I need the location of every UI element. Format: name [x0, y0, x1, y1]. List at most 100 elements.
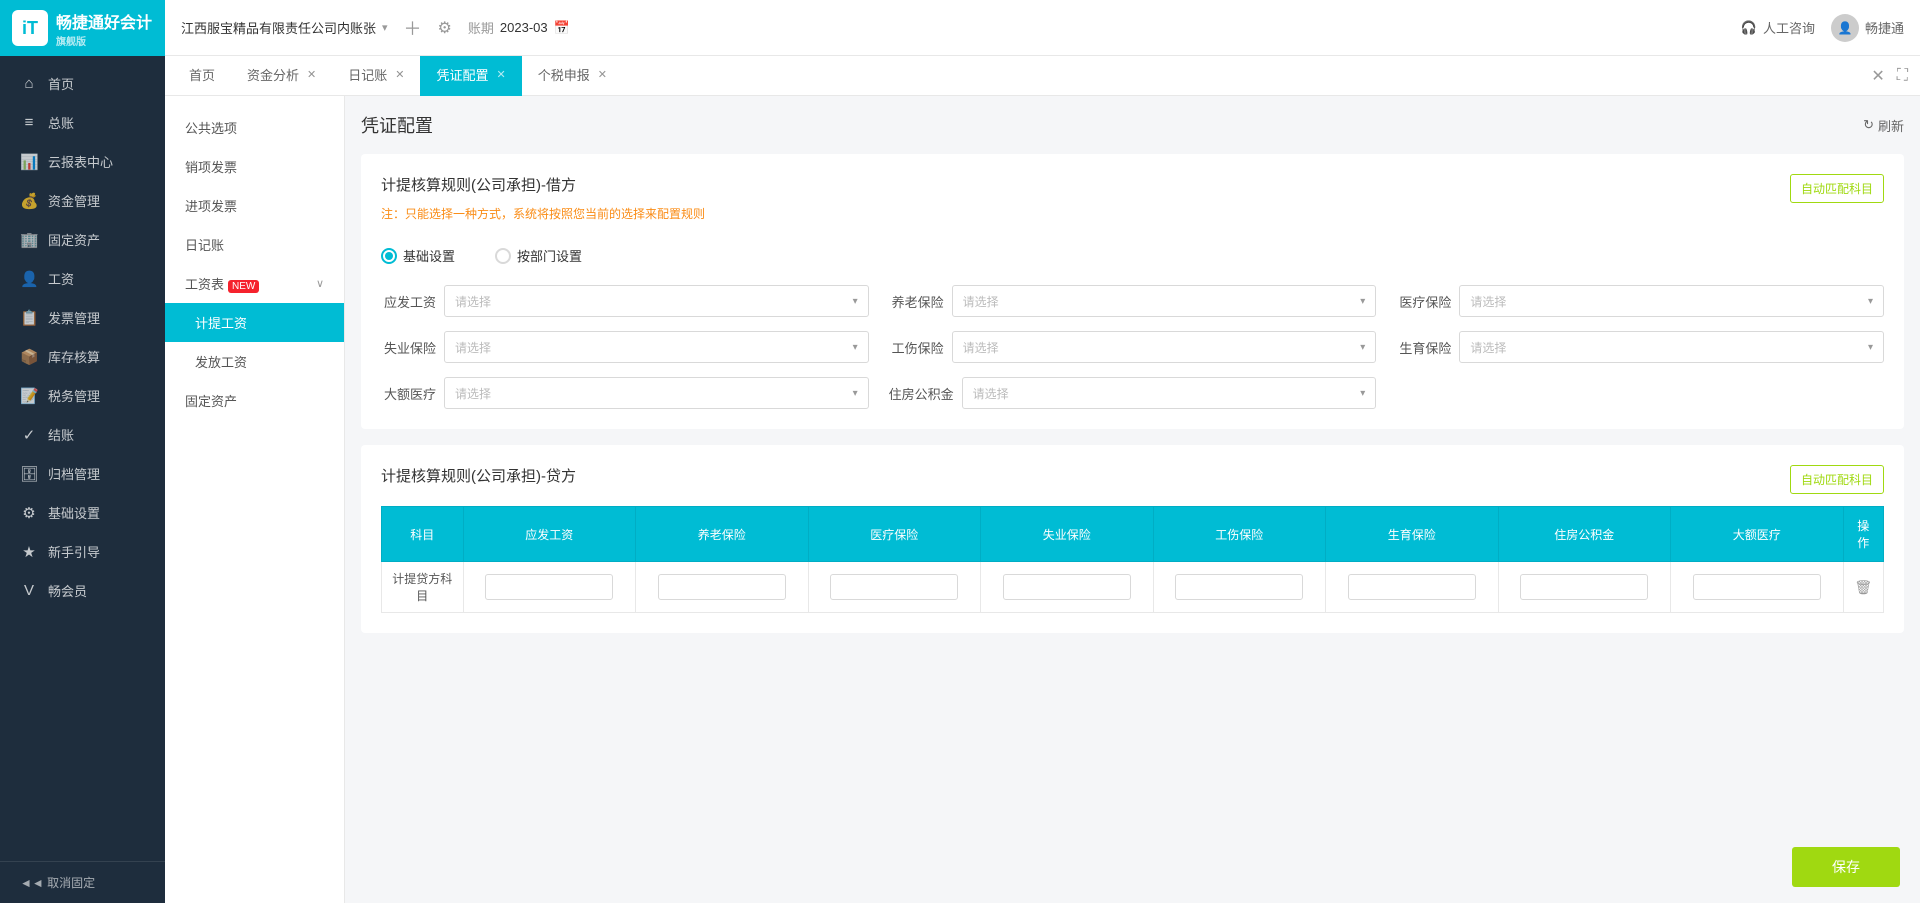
- nav-item-journal[interactable]: 日记账: [165, 225, 344, 264]
- nav-label-salary-table: 工资表NEW: [185, 274, 259, 293]
- select-housing-placeholder: 请选择: [973, 385, 1009, 402]
- input-maternity[interactable]: [1348, 574, 1476, 600]
- sidebar-label-vip: 畅会员: [48, 581, 87, 600]
- delete-row-icon[interactable]: 🗑: [1854, 579, 1872, 595]
- select-large-medical[interactable]: 请选择 ▾: [444, 377, 869, 409]
- form-item-large-medical: 大额医疗 请选择 ▾: [381, 377, 869, 409]
- tab-journal-close[interactable]: ✕: [395, 68, 404, 81]
- nav-label-sales: 销项发票: [185, 157, 237, 176]
- sidebar-item-close[interactable]: ✓ 结账: [0, 415, 165, 454]
- sidebar-item-archive[interactable]: 🗄 归档管理: [0, 454, 165, 493]
- select-maternity[interactable]: 请选择 ▾: [1459, 331, 1884, 363]
- company-name: 江西服宝精品有限责任公司内账张: [181, 18, 376, 37]
- radio-dept[interactable]: 按部门设置: [495, 246, 582, 265]
- input-injury[interactable]: [1175, 574, 1303, 600]
- service-button[interactable]: 🎧 人工咨询: [1741, 18, 1815, 37]
- nav-item-salary-accrual[interactable]: 计提工资: [165, 303, 344, 342]
- sidebar-label-inventory: 库存核算: [48, 347, 100, 366]
- unpin-button[interactable]: ◄◄ 取消固定: [0, 861, 165, 903]
- sidebar-item-ledger[interactable]: ≡ 总账: [0, 103, 165, 142]
- tab-home[interactable]: 首页: [173, 56, 231, 96]
- sidebar-item-reports[interactable]: 📊 云报表中心: [0, 142, 165, 181]
- input-medical[interactable]: [830, 574, 958, 600]
- input-housing[interactable]: [1520, 574, 1648, 600]
- main-area: 江西服宝精品有限责任公司内账张 ▾ ＋ ⚙ 账期 2023-03 📅 🎧 人工咨…: [165, 0, 1920, 903]
- tab-capital[interactable]: 资金分析 ✕: [231, 56, 332, 96]
- sidebar-item-salary[interactable]: 👤 工资: [0, 259, 165, 298]
- nav-item-purchase[interactable]: 进项发票: [165, 186, 344, 225]
- input-unemployment[interactable]: [1003, 574, 1131, 600]
- cell-injury-input[interactable]: [1153, 562, 1326, 613]
- ledger-icon: ≡: [20, 114, 38, 131]
- salary-icon: 👤: [20, 270, 38, 288]
- tab-home-label: 首页: [189, 65, 215, 84]
- col-maternity: 生育保险: [1326, 507, 1499, 562]
- period-selector[interactable]: 账期 2023-03 📅: [468, 18, 570, 37]
- cell-maternity-input[interactable]: [1326, 562, 1499, 613]
- refresh-button[interactable]: ↻ 刷新: [1863, 116, 1904, 135]
- cell-salary-input[interactable]: [463, 562, 636, 613]
- select-salary-arrow: ▾: [853, 296, 858, 307]
- sidebar-item-capital[interactable]: 💰 资金管理: [0, 181, 165, 220]
- settings-button[interactable]: ⚙: [438, 18, 452, 38]
- tab-tax-close[interactable]: ✕: [598, 68, 607, 81]
- sidebar-item-invoice[interactable]: 📋 发票管理: [0, 298, 165, 337]
- select-medical[interactable]: 请选择 ▾: [1459, 285, 1884, 317]
- add-button[interactable]: ＋: [400, 15, 426, 41]
- form-item-maternity: 生育保险 请选择 ▾: [1396, 331, 1884, 363]
- sidebar-item-vip[interactable]: V 畅会员: [0, 571, 165, 610]
- new-badge: NEW: [228, 280, 259, 293]
- cell-unemployment-input[interactable]: [981, 562, 1154, 613]
- debit-auto-match-button[interactable]: 自动匹配科目: [1790, 174, 1884, 203]
- cell-housing-input[interactable]: [1498, 562, 1671, 613]
- form-item-housing: 住房公积金 请选择 ▾: [889, 377, 1377, 409]
- input-salary[interactable]: [485, 574, 613, 600]
- input-pension[interactable]: [658, 574, 786, 600]
- expand-icon[interactable]: ⛶: [1897, 67, 1908, 85]
- user-menu[interactable]: 👤 畅捷通: [1831, 14, 1904, 42]
- sidebar-label-salary: 工资: [48, 269, 74, 288]
- save-button[interactable]: 保存: [1792, 847, 1900, 887]
- cell-delete[interactable]: 🗑: [1843, 562, 1883, 613]
- credit-auto-match-button[interactable]: 自动匹配科目: [1790, 465, 1884, 494]
- company-selector[interactable]: 江西服宝精品有限责任公司内账张 ▾: [181, 18, 388, 37]
- nav-item-fixed-assets[interactable]: 固定资产: [165, 381, 344, 420]
- user-label: 畅捷通: [1865, 18, 1904, 37]
- sidebar-item-home[interactable]: ⌂ 首页: [0, 64, 165, 103]
- sidebar-item-tax[interactable]: 📝 税务管理: [0, 376, 165, 415]
- select-injury[interactable]: 请选择 ▾: [952, 331, 1377, 363]
- nav-item-sales[interactable]: 销项发票: [165, 147, 344, 186]
- select-pension[interactable]: 请选择 ▾: [952, 285, 1377, 317]
- nav-item-salary-table[interactable]: 工资表NEW ∨: [165, 264, 344, 303]
- calendar-icon: 📅: [554, 20, 570, 36]
- select-salary[interactable]: 请选择 ▾: [444, 285, 869, 317]
- form-item-salary: 应发工资 请选择 ▾: [381, 285, 869, 317]
- select-medical-placeholder: 请选择: [1470, 293, 1506, 310]
- tab-voucher[interactable]: 凭证配置 ✕: [420, 56, 521, 96]
- tab-journal[interactable]: 日记账 ✕: [332, 56, 420, 96]
- input-large-medical[interactable]: [1693, 574, 1821, 600]
- tab-capital-close[interactable]: ✕: [307, 68, 316, 81]
- cell-pension-input[interactable]: [636, 562, 809, 613]
- close-window-icon[interactable]: ✕: [1871, 66, 1884, 86]
- cell-large-medical-input[interactable]: [1671, 562, 1844, 613]
- sidebar-item-settings[interactable]: ⚙ 基础设置: [0, 493, 165, 532]
- select-large-medical-arrow: ▾: [853, 388, 858, 399]
- sidebar-item-inventory[interactable]: 📦 库存核算: [0, 337, 165, 376]
- select-housing[interactable]: 请选择 ▾: [962, 377, 1377, 409]
- sidebar-label-home: 首页: [48, 74, 74, 93]
- sidebar-item-assets[interactable]: 🏢 固定资产: [0, 220, 165, 259]
- tab-tax[interactable]: 个税申报 ✕: [522, 56, 623, 96]
- sidebar-item-guide[interactable]: ★ 新手引导: [0, 532, 165, 571]
- select-maternity-placeholder: 请选择: [1470, 339, 1506, 356]
- cell-medical-input[interactable]: [808, 562, 981, 613]
- nav-item-public[interactable]: 公共选项: [165, 108, 344, 147]
- col-injury: 工伤保险: [1153, 507, 1326, 562]
- radio-basic[interactable]: 基础设置: [381, 246, 455, 265]
- nav-item-salary-payment[interactable]: 发放工资: [165, 342, 344, 381]
- form-item-pension: 养老保险 请选择 ▾: [889, 285, 1377, 317]
- credit-card-header: 计提核算规则(公司承担)-贷方 自动匹配科目: [381, 465, 1884, 496]
- select-unemployment[interactable]: 请选择 ▾: [444, 331, 869, 363]
- radio-dept-label: 按部门设置: [517, 246, 582, 265]
- tab-voucher-close[interactable]: ✕: [497, 68, 506, 81]
